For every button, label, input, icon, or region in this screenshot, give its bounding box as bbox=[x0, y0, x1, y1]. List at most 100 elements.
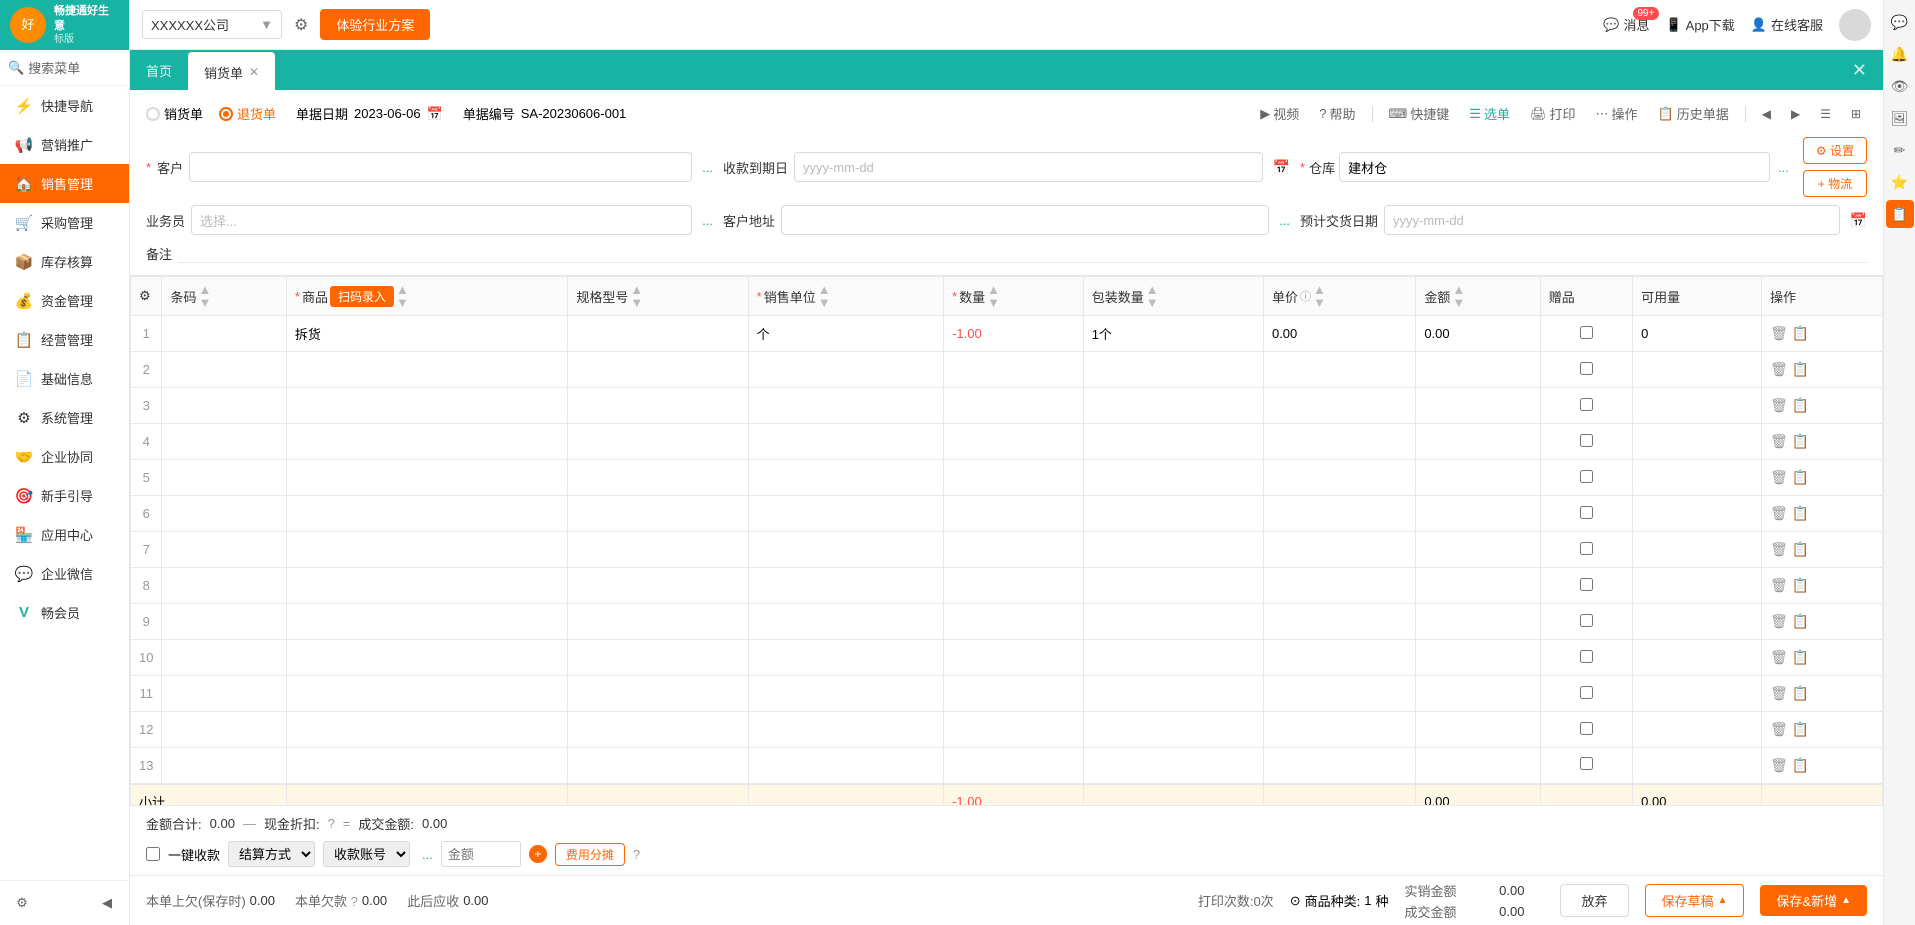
price-cell[interactable] bbox=[1263, 460, 1415, 496]
sidebar-search[interactable]: 🔍 搜索菜单 bbox=[0, 50, 129, 86]
goods-cell[interactable] bbox=[286, 712, 567, 748]
view-grid[interactable]: ⊞ bbox=[1845, 105, 1867, 123]
qty-cell[interactable] bbox=[944, 712, 1084, 748]
abandon-button[interactable]: 放弃 bbox=[1560, 884, 1628, 917]
customer-addr-input[interactable] bbox=[781, 205, 1269, 235]
price-cell[interactable] bbox=[1263, 424, 1415, 460]
gift-cell[interactable] bbox=[1540, 604, 1632, 640]
pkg-qty-cell[interactable] bbox=[1083, 424, 1263, 460]
goods-cell[interactable] bbox=[286, 496, 567, 532]
right-sidebar-orange-icon[interactable]: 📋 bbox=[1886, 200, 1914, 228]
unit-cell[interactable] bbox=[748, 532, 943, 568]
goods-type-icon[interactable]: ⊙ bbox=[1290, 893, 1301, 909]
barcode-cell[interactable] bbox=[162, 532, 286, 568]
unit-cell[interactable] bbox=[748, 496, 943, 532]
gift-cell[interactable] bbox=[1540, 316, 1632, 352]
amount-cell[interactable] bbox=[1416, 640, 1540, 676]
delete-icon[interactable]: 🗑 bbox=[1770, 397, 1788, 414]
th-settings[interactable]: ⚙ bbox=[131, 277, 162, 316]
price-cell[interactable] bbox=[1263, 640, 1415, 676]
gift-cell[interactable] bbox=[1540, 496, 1632, 532]
gift-cell[interactable] bbox=[1540, 676, 1632, 712]
price-cell[interactable] bbox=[1263, 676, 1415, 712]
gift-cell[interactable] bbox=[1540, 424, 1632, 460]
tab-sales-order[interactable]: 销货单 ✕ bbox=[188, 52, 275, 92]
amount-cell[interactable] bbox=[1416, 604, 1540, 640]
barcode-cell[interactable] bbox=[162, 748, 286, 784]
barcode-cell[interactable] bbox=[162, 424, 286, 460]
amount-cell[interactable]: 0.00 bbox=[1416, 316, 1540, 352]
sidebar-item-inventory[interactable]: 📦 库存核算 bbox=[0, 242, 129, 281]
delete-icon[interactable]: 🗑 bbox=[1770, 361, 1788, 378]
price-cell[interactable] bbox=[1263, 532, 1415, 568]
user-avatar[interactable] bbox=[1839, 9, 1871, 41]
debt-help-icon[interactable]: ? bbox=[351, 894, 358, 909]
sidebar-item-quick-nav[interactable]: ⚡ 快捷导航 bbox=[0, 86, 129, 125]
spec-cell[interactable] bbox=[568, 352, 748, 388]
right-sidebar-star-icon[interactable]: ⭐ bbox=[1886, 168, 1914, 196]
gift-cell[interactable] bbox=[1540, 568, 1632, 604]
print-btn[interactable]: 🖨 打印 bbox=[1524, 102, 1582, 125]
sidebar-item-marketing[interactable]: 📢 营销推广 bbox=[0, 125, 129, 164]
gift-cell[interactable] bbox=[1540, 748, 1632, 784]
copy-icon[interactable]: 📋 bbox=[1792, 649, 1809, 666]
delete-icon[interactable]: 🗑 bbox=[1770, 433, 1788, 450]
barcode-cell[interactable] bbox=[162, 496, 286, 532]
unit-cell[interactable]: 个 bbox=[748, 316, 943, 352]
copy-icon[interactable]: 📋 bbox=[1792, 721, 1809, 738]
barcode-cell[interactable] bbox=[162, 460, 286, 496]
delete-icon[interactable]: 🗑 bbox=[1770, 613, 1788, 630]
unit-cell[interactable] bbox=[748, 568, 943, 604]
pkg-qty-cell[interactable] bbox=[1083, 532, 1263, 568]
amount-cell[interactable] bbox=[1416, 676, 1540, 712]
gift-cell[interactable] bbox=[1540, 352, 1632, 388]
settlement-method-select[interactable]: 结算方式 bbox=[228, 841, 315, 867]
right-sidebar-eye-icon[interactable]: 👁 bbox=[1886, 72, 1914, 100]
app-download-button[interactable]: 📱 App下载 bbox=[1665, 15, 1734, 34]
account-more-icon[interactable]: ... bbox=[422, 847, 433, 862]
nav-next[interactable]: ▶ bbox=[1785, 105, 1806, 123]
customer-more-icon[interactable]: ... bbox=[702, 160, 713, 175]
unit-cell[interactable] bbox=[748, 460, 943, 496]
tab-close-icon[interactable]: ✕ bbox=[249, 65, 259, 79]
delete-icon[interactable]: 🗑 bbox=[1770, 721, 1788, 738]
spec-cell[interactable] bbox=[568, 604, 748, 640]
copy-icon[interactable]: 📋 bbox=[1792, 685, 1809, 702]
video-btn[interactable]: ▶ 视频 bbox=[1254, 102, 1305, 125]
pkg-qty-cell[interactable]: 1个 bbox=[1083, 316, 1263, 352]
barcode-cell[interactable] bbox=[162, 712, 286, 748]
pkg-qty-cell[interactable] bbox=[1083, 352, 1263, 388]
customer-addr-more-icon[interactable]: ... bbox=[1279, 213, 1290, 228]
salesperson-more-icon[interactable]: ... bbox=[702, 213, 713, 228]
copy-icon[interactable]: 📋 bbox=[1792, 397, 1809, 414]
price-cell[interactable] bbox=[1263, 352, 1415, 388]
goods-cell[interactable] bbox=[286, 748, 567, 784]
copy-icon[interactable]: 📋 bbox=[1792, 361, 1809, 378]
one-click-pay-checkbox[interactable] bbox=[146, 847, 160, 861]
goods-cell[interactable] bbox=[286, 352, 567, 388]
add-payment-button[interactable]: + bbox=[529, 845, 547, 863]
spec-cell[interactable] bbox=[568, 460, 748, 496]
company-select[interactable]: XXXXXX公司 ▼ bbox=[142, 10, 282, 39]
price-cell[interactable] bbox=[1263, 388, 1415, 424]
pkg-qty-cell[interactable] bbox=[1083, 604, 1263, 640]
delete-icon[interactable]: 🗑 bbox=[1770, 469, 1788, 486]
sidebar-item-app-center[interactable]: 🏪 应用中心 bbox=[0, 515, 129, 554]
right-sidebar-edit-icon[interactable]: ✏ bbox=[1886, 136, 1914, 164]
shortcut-btn[interactable]: ⌨ 快捷键 bbox=[1383, 102, 1456, 125]
unit-cell[interactable] bbox=[748, 424, 943, 460]
unit-cell[interactable] bbox=[748, 676, 943, 712]
online-service-button[interactable]: 👤 在线客服 bbox=[1751, 15, 1823, 34]
barcode-cell[interactable] bbox=[162, 316, 286, 352]
expected-date-input[interactable]: yyyy-mm-dd bbox=[1384, 205, 1840, 235]
unit-cell[interactable] bbox=[748, 712, 943, 748]
sidebar-item-sales[interactable]: 🏠 销售管理 bbox=[0, 164, 129, 203]
gift-cell[interactable] bbox=[1540, 460, 1632, 496]
amount-cell[interactable] bbox=[1416, 568, 1540, 604]
delete-icon[interactable]: 🗑 bbox=[1770, 541, 1788, 558]
sidebar-item-member[interactable]: V 畅会员 bbox=[0, 593, 129, 632]
spec-cell[interactable] bbox=[568, 748, 748, 784]
goods-cell[interactable] bbox=[286, 388, 567, 424]
copy-icon[interactable]: 📋 bbox=[1792, 577, 1809, 594]
delete-icon[interactable]: 🗑 bbox=[1770, 685, 1788, 702]
